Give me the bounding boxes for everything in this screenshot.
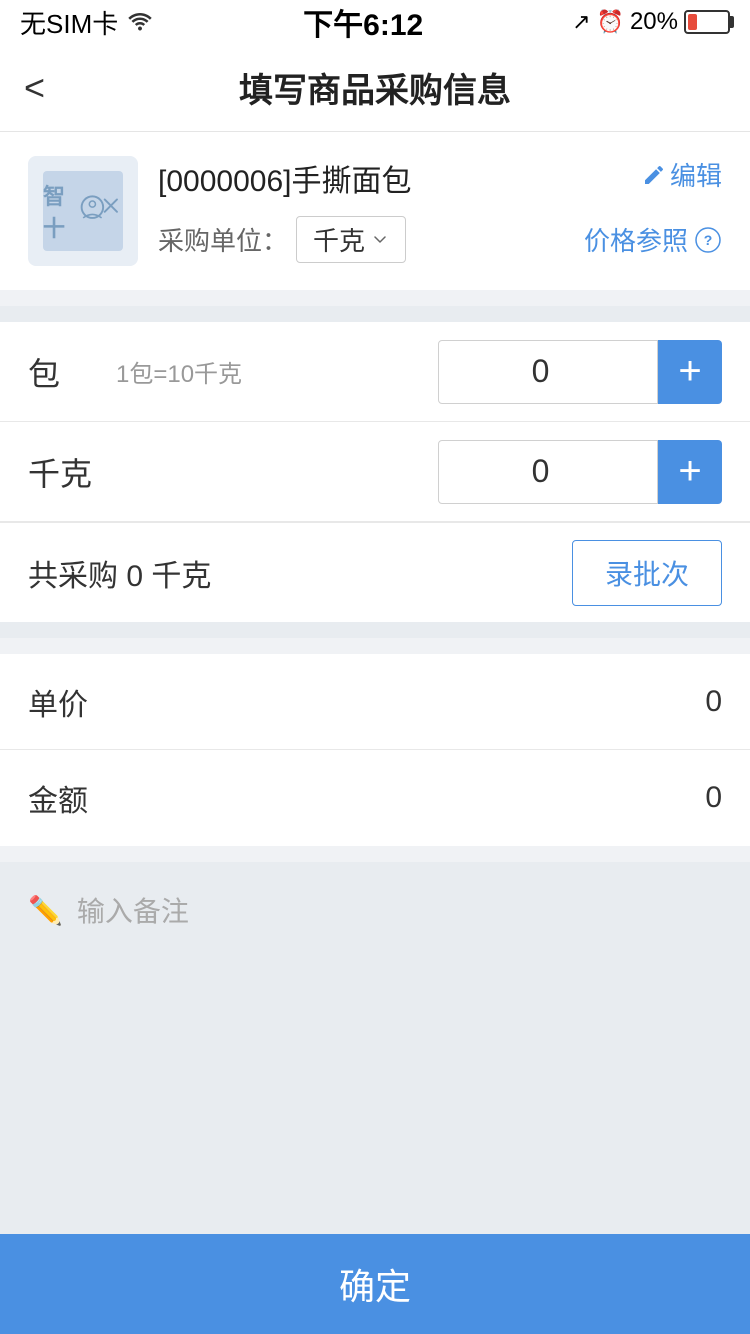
nav-bar: < 填写商品采购信息 — [0, 44, 750, 132]
amount-label: 金额 — [28, 776, 88, 820]
page-title: 填写商品采购信息 — [239, 63, 511, 112]
kg-label: 千克 — [28, 449, 108, 495]
pack-quantity-input[interactable] — [438, 340, 658, 404]
wifi-icon — [126, 7, 154, 38]
battery-indicator — [684, 10, 730, 34]
svg-text:?: ? — [704, 232, 713, 248]
price-reference-button[interactable]: 价格参照 ? — [584, 221, 722, 258]
product-image: 智十 — [28, 156, 138, 266]
unit-price-label: 单价 — [28, 680, 88, 724]
status-left: 无SIM卡 — [20, 4, 154, 41]
unit-select[interactable]: 千克 — [296, 216, 406, 263]
status-bar: 无SIM卡 下午6:12 ↗ ⏰ 20% — [0, 0, 750, 44]
kg-quantity-input[interactable] — [438, 440, 658, 504]
alarm-icon: ⏰ — [597, 9, 624, 35]
pack-input-row: 包 1包=10千克 + — [0, 322, 750, 422]
total-value: 0 — [126, 560, 143, 593]
pack-sub-label: 1包=10千克 — [116, 354, 242, 389]
pack-label: 包 — [28, 349, 108, 395]
amount-value: 0 — [705, 781, 722, 815]
product-card: 智十 [0000006]手撕面包 编辑 采购单位： — [0, 132, 750, 290]
price-section: 单价 0 金额 0 — [0, 654, 750, 846]
status-right: ↗ ⏰ 20% — [572, 8, 730, 36]
notes-section[interactable]: ✏️ 输入备注 — [0, 862, 750, 958]
notes-placeholder: 输入备注 — [77, 890, 189, 930]
pack-plus-button[interactable]: + — [658, 340, 722, 404]
batch-record-button[interactable]: 录批次 — [572, 540, 722, 606]
pack-input-group: + — [438, 340, 722, 404]
edit-button[interactable]: 编辑 — [642, 156, 722, 193]
location-icon: ↗ — [572, 9, 590, 35]
product-meta: 采购单位： 千克 价格参照 ? — [158, 216, 722, 263]
status-time: 下午6:12 — [303, 0, 423, 44]
product-name: [0000006]手撕面包 — [158, 156, 411, 200]
pencil-icon: ✏️ — [28, 894, 63, 927]
back-button[interactable]: < — [24, 67, 45, 109]
summary-section: 共采购 0 千克 录批次 — [0, 522, 750, 622]
product-thumbnail: 智十 — [43, 171, 123, 251]
unit-price-row: 单价 0 — [0, 654, 750, 750]
amount-row: 金额 0 — [0, 750, 750, 846]
kg-plus-button[interactable]: + — [658, 440, 722, 504]
section-divider-1 — [0, 306, 750, 322]
kg-input-row: 千克 + — [0, 422, 750, 522]
battery-percent: 20% — [630, 8, 678, 36]
section-divider-2 — [0, 622, 750, 638]
unit-label: 采购单位： 千克 — [158, 216, 406, 263]
carrier-text: 无SIM卡 — [20, 4, 118, 41]
input-section: 包 1包=10千克 + 千克 + 共采购 0 千克 录批次 — [0, 322, 750, 622]
battery-fill — [688, 14, 698, 30]
unit-price-value: 0 — [705, 685, 722, 719]
confirm-button[interactable]: 确定 — [0, 1234, 750, 1334]
product-info: [0000006]手撕面包 编辑 采购单位： 千克 价格参照 — [158, 156, 722, 263]
product-header: [0000006]手撕面包 编辑 — [158, 156, 722, 200]
kg-input-group: + — [438, 440, 722, 504]
total-text: 共采购 0 千克 — [28, 551, 211, 595]
